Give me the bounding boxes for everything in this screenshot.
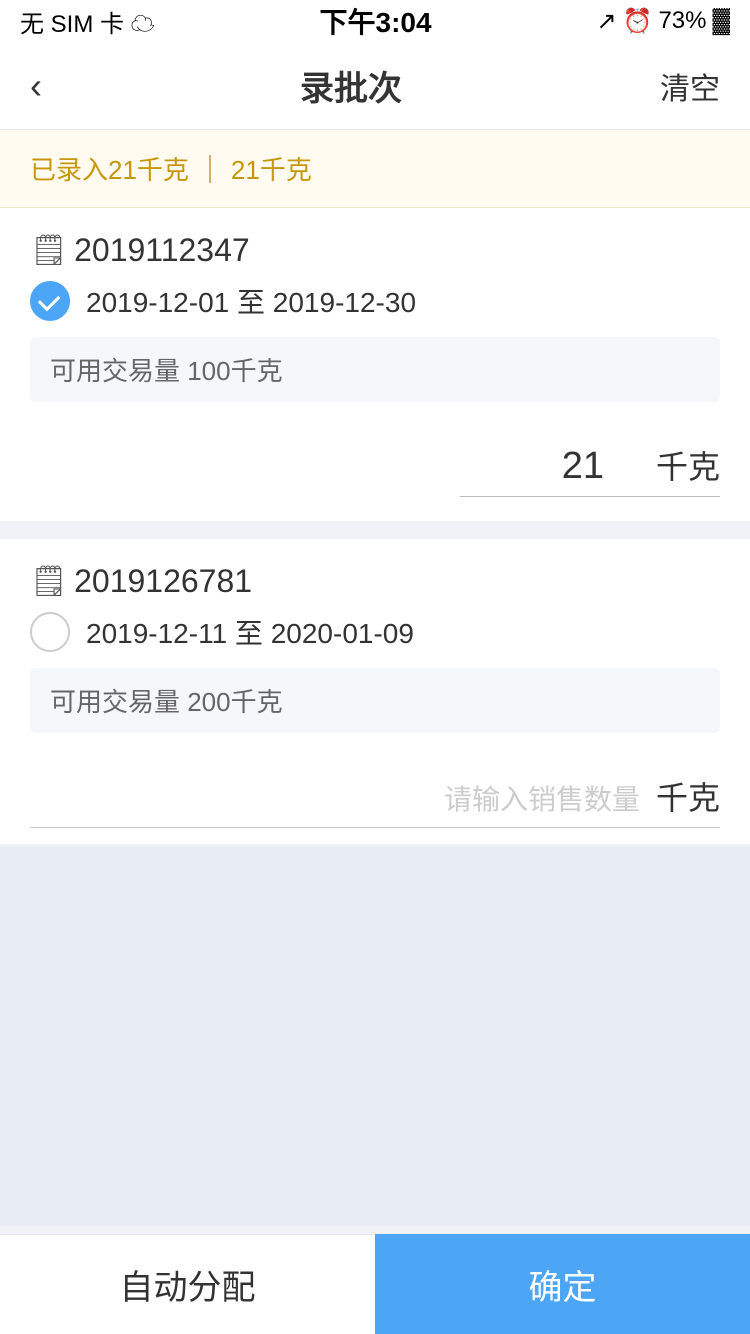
availability-2: 可用交易量 200千克 <box>30 668 720 733</box>
battery-icon: ▓ <box>712 7 730 35</box>
back-button[interactable]: ‹ <box>30 65 42 107</box>
doc-icon-1: 🗒 <box>30 233 68 268</box>
banner-divider <box>209 155 211 183</box>
nav-bar: ‹ 录批次 清空 <box>0 42 750 130</box>
battery-level: 73% <box>658 7 706 35</box>
input-unit-2: 千克 <box>656 773 720 819</box>
batch-id-row-2: 🗒 2019126781 <box>30 563 720 600</box>
bottom-bar: 自动分配 确定 <box>0 1234 750 1334</box>
sim-status: 无 SIM 卡 ☁ <box>20 4 155 39</box>
input-underline-2 <box>30 827 720 828</box>
batch-item-2: 🗒 2019126781 2019-12-11 至 2020-01-09 可用交… <box>0 539 750 757</box>
batch-card-2: 🗒 2019126781 2019-12-11 至 2020-01-09 可用交… <box>0 539 750 844</box>
batch-date-row-2[interactable]: 2019-12-11 至 2020-01-09 <box>30 612 720 652</box>
doc-icon-2: 🗒 <box>30 564 68 599</box>
info-banner: 已录入21千克 21千克 <box>0 130 750 208</box>
total-amount: 21千克 <box>231 150 312 187</box>
empty-area <box>0 846 750 1226</box>
radio-1[interactable] <box>30 281 70 321</box>
section-separator <box>0 523 750 539</box>
batch-card-1: 🗒 2019112347 2019-12-01 至 2019-12-30 可用交… <box>0 208 750 521</box>
recorded-amount: 已录入21千克 <box>30 150 189 187</box>
quantity-underline-1 <box>460 496 720 497</box>
batch-item-1: 🗒 2019112347 2019-12-01 至 2019-12-30 可用交… <box>0 208 750 426</box>
quantity-unit-1: 千克 <box>656 442 720 488</box>
batch-id-2: 2019126781 <box>74 563 252 600</box>
confirm-button[interactable]: 确定 <box>375 1234 750 1334</box>
status-bar: 无 SIM 卡 ☁ 下午3:04 ↗ ⏰ 73% ▓ <box>0 0 750 42</box>
batch-date-1: 2019-12-01 至 2019-12-30 <box>86 281 416 321</box>
batch-id-row-1: 🗒 2019112347 <box>30 232 720 269</box>
quantity-value-1: 21 <box>562 445 604 488</box>
status-left: 无 SIM 卡 ☁ <box>20 4 155 39</box>
input-wrapper-2: 千克 <box>0 757 750 844</box>
qty-number-row-1: 21 千克 <box>562 442 720 488</box>
alarm-icon: ⏰ <box>623 7 653 36</box>
status-right: ↗ ⏰ 73% ▓ <box>596 7 730 36</box>
auto-distribute-button[interactable]: 自动分配 <box>0 1234 375 1334</box>
quantity-wrapper-1: 21 千克 <box>0 426 750 521</box>
batch-date-2: 2019-12-11 至 2020-01-09 <box>86 612 414 652</box>
location-icon: ↗ <box>596 7 616 36</box>
radio-2[interactable] <box>30 612 70 652</box>
status-time: 下午3:04 <box>320 1 432 41</box>
quantity-input-2[interactable] <box>30 784 640 816</box>
page-title: 录批次 <box>300 61 402 110</box>
batch-date-row-1[interactable]: 2019-12-01 至 2019-12-30 <box>30 281 720 321</box>
availability-1: 可用交易量 100千克 <box>30 337 720 402</box>
clear-button[interactable]: 清空 <box>660 64 720 108</box>
batch-id-1: 2019112347 <box>74 232 250 269</box>
